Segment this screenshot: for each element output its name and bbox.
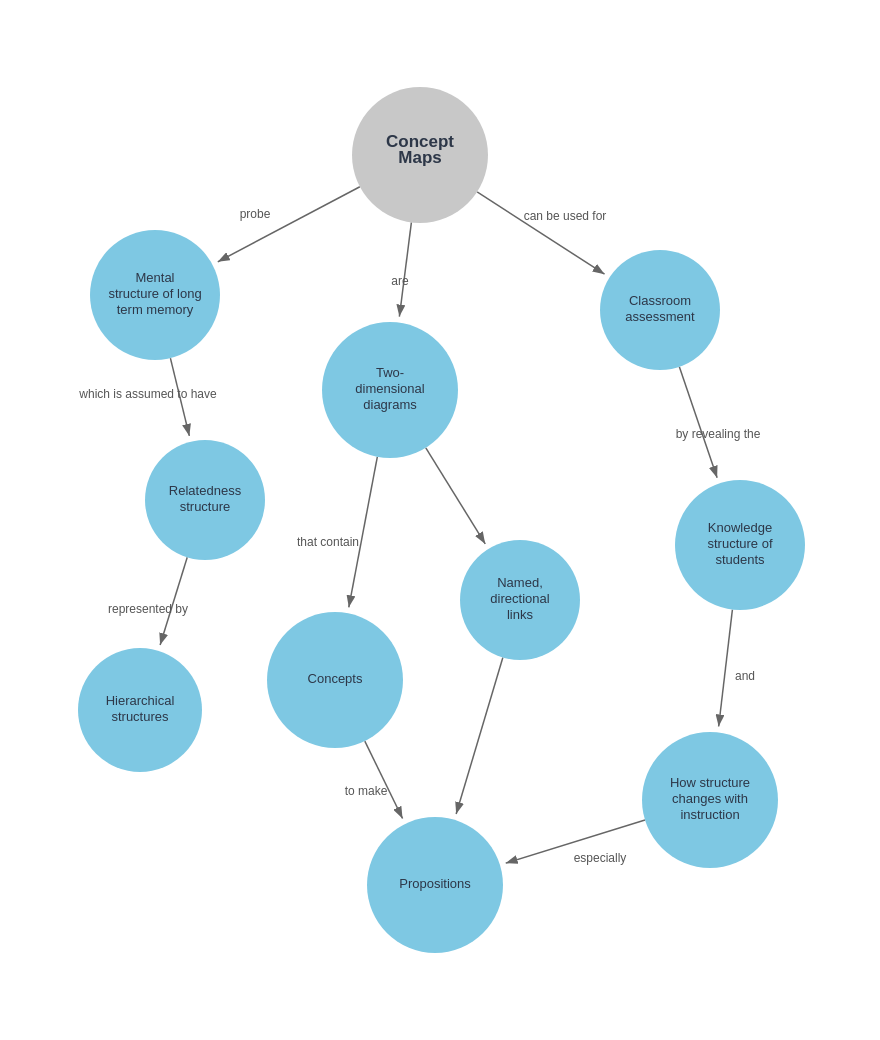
edge-label-knowledge-how_structure: and: [735, 669, 755, 683]
concept-map-diagram: probe are can be used for which is assumed …: [0, 0, 880, 1040]
node-label-mental-line0: Mental: [135, 270, 174, 285]
node-label-two_dim-line1: dimensional: [355, 381, 424, 396]
node-label-named_links-line1: directional: [490, 591, 549, 606]
edge-root-classroom: [477, 192, 604, 274]
edge-label-mental-relatedness: which is assumed to have: [78, 387, 217, 401]
edge-label-root-classroom: can be used for: [524, 209, 607, 223]
edge-label-root-mental: probe: [240, 207, 271, 221]
node-label-relatedness-line0: Relatedness: [169, 483, 242, 498]
edge-classroom-knowledge: [679, 367, 717, 478]
node-concepts: Concepts: [267, 612, 403, 748]
edge-concepts-propositions: [365, 741, 403, 818]
node-label-named_links-line2: links: [507, 607, 534, 622]
node-label-how_structure-line1: changes with: [672, 791, 748, 806]
node-label-mental-line1: structure of long: [108, 286, 201, 301]
node-label-knowledge-line1: structure of: [707, 536, 772, 551]
edge-named_links-propositions: [456, 657, 503, 814]
node-label-how_structure-line2: instruction: [680, 807, 739, 822]
node-label-classroom-line0: Classroom: [629, 293, 691, 308]
node-label-knowledge-line2: students: [715, 552, 765, 567]
node-classroom: Classroomassessment: [600, 250, 720, 370]
node-label-knowledge-line0: Knowledge: [708, 520, 772, 535]
edge-knowledge-how_structure: [719, 610, 733, 727]
edge-label-concepts-propositions: to make: [345, 784, 388, 798]
node-hierarchical: Hierarchicalstructures: [78, 648, 202, 772]
node-label-two_dim-line2: diagrams: [363, 397, 417, 412]
edge-label-how_structure-propositions: especially: [574, 851, 627, 865]
node-label-propositions-line0: Propositions: [399, 876, 471, 891]
node-two_dim: Two-dimensionaldiagrams: [322, 322, 458, 458]
node-knowledge: Knowledgestructure ofstudents: [675, 480, 805, 610]
node-label-root-line1: Maps: [398, 148, 441, 167]
edge-root-mental: [218, 187, 360, 262]
node-label-relatedness-line1: structure: [180, 499, 231, 514]
node-label-hierarchical-line0: Hierarchical: [106, 693, 175, 708]
node-propositions: Propositions: [367, 817, 503, 953]
edge-label-classroom-knowledge: by revealing the: [676, 427, 761, 441]
node-label-how_structure-line0: How structure: [670, 775, 750, 790]
edge-label-root-two_dim: are: [391, 274, 409, 288]
node-mental: Mentalstructure of longterm memory: [90, 230, 220, 360]
edge-two_dim-named_links: [426, 448, 485, 544]
node-root: ConceptMaps: [352, 87, 488, 223]
node-label-named_links-line0: Named,: [497, 575, 543, 590]
node-label-two_dim-line0: Two-: [376, 365, 404, 380]
node-relatedness: Relatednessstructure: [145, 440, 265, 560]
edge-two_dim-concepts: [349, 457, 378, 607]
node-label-concepts-line0: Concepts: [308, 671, 363, 686]
edge-label-relatedness-hierarchical: represented by: [108, 602, 188, 616]
node-label-classroom-line1: assessment: [625, 309, 695, 324]
edge-label-two_dim-concepts: that contain: [297, 535, 359, 549]
edge-root-two_dim: [399, 222, 411, 316]
node-how_structure: How structurechanges withinstruction: [642, 732, 778, 868]
node-label-hierarchical-line1: structures: [111, 709, 169, 724]
node-label-mental-line2: term memory: [117, 302, 194, 317]
node-named_links: Named,directionallinks: [460, 540, 580, 660]
